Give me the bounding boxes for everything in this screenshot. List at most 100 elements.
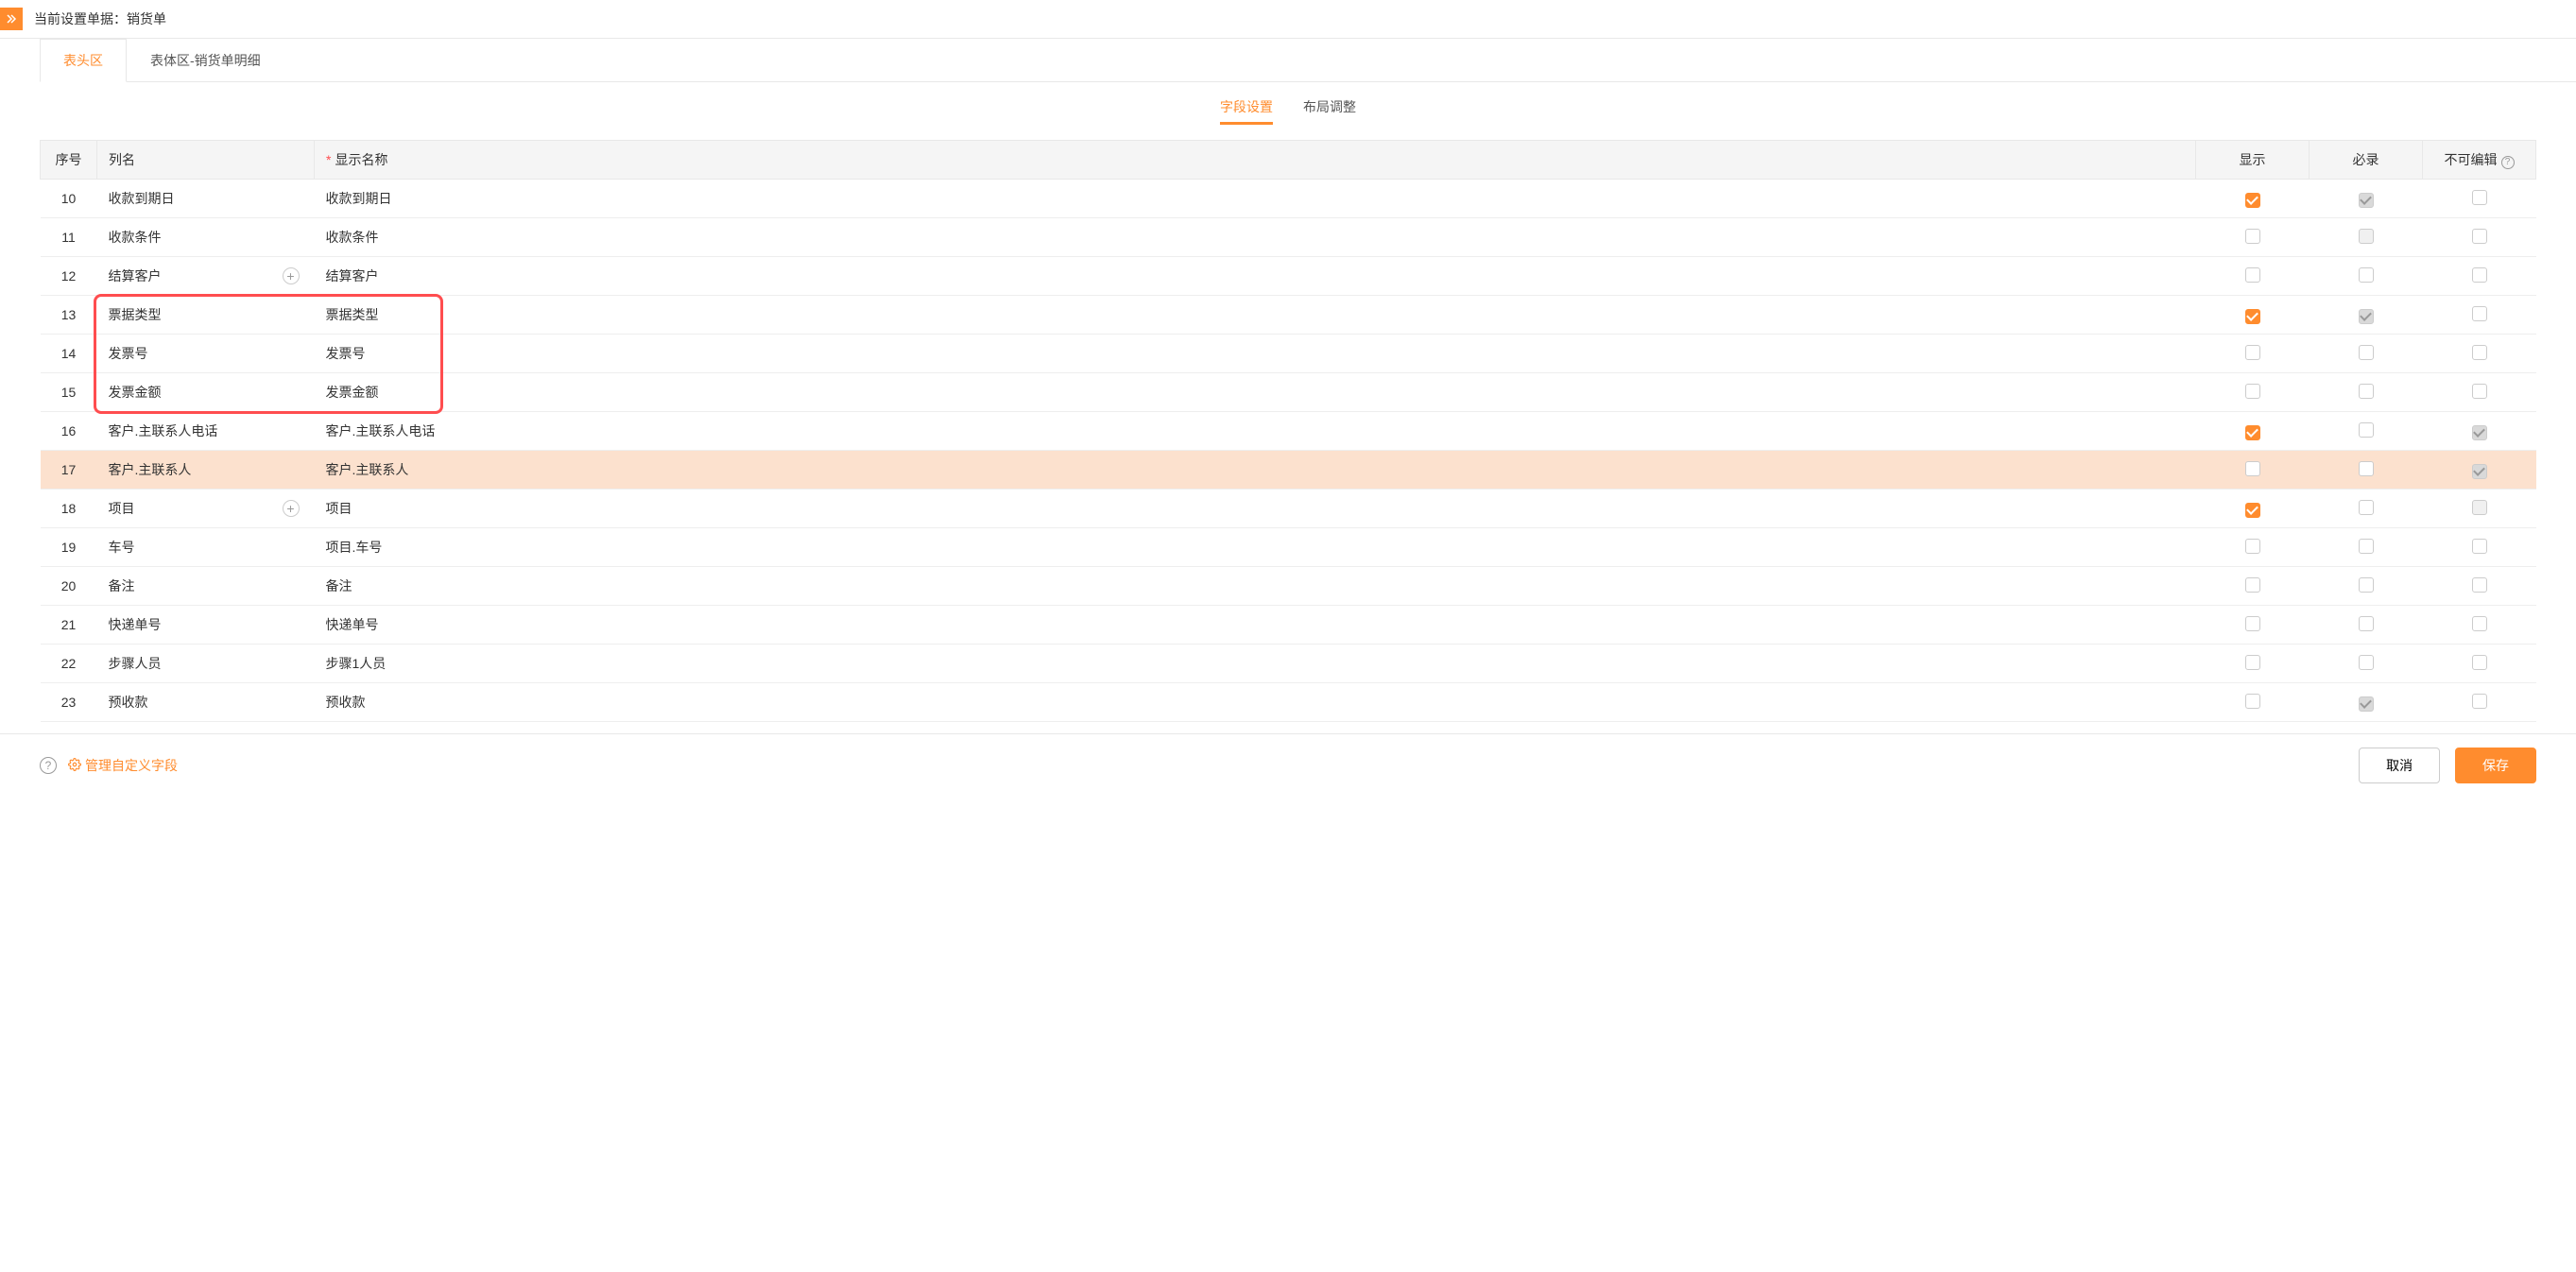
row-display-name[interactable]: 收款到期日	[315, 180, 2196, 218]
row-show-cell	[2196, 567, 2310, 606]
show-checkbox[interactable]	[2245, 425, 2260, 440]
row-display-name[interactable]: 结算客户	[315, 257, 2196, 296]
row-display-name[interactable]: 发票号	[315, 335, 2196, 373]
required-checkbox[interactable]	[2359, 539, 2374, 554]
plus-icon[interactable]: +	[283, 267, 300, 284]
table-row: 22步骤人员步骤1人员	[41, 645, 2536, 683]
readonly-checkbox[interactable]	[2472, 229, 2487, 244]
row-name: 结算客户+	[97, 257, 315, 296]
row-display-name[interactable]: 客户.主联系人	[315, 451, 2196, 490]
show-checkbox[interactable]	[2245, 503, 2260, 518]
readonly-checkbox[interactable]	[2472, 384, 2487, 399]
row-display-name[interactable]: 项目	[315, 490, 2196, 528]
show-checkbox[interactable]	[2245, 539, 2260, 554]
row-name: 客户.主联系人电话	[97, 412, 315, 451]
show-checkbox[interactable]	[2245, 309, 2260, 324]
required-checkbox[interactable]	[2359, 500, 2374, 515]
readonly-checkbox[interactable]	[2472, 345, 2487, 360]
row-seq: 11	[41, 218, 97, 257]
row-readonly-cell	[2423, 412, 2536, 451]
show-checkbox[interactable]	[2245, 694, 2260, 709]
row-seq: 12	[41, 257, 97, 296]
required-checkbox[interactable]	[2359, 577, 2374, 593]
row-display-name[interactable]: 发票金额	[315, 373, 2196, 412]
row-seq: 14	[41, 335, 97, 373]
row-seq: 16	[41, 412, 97, 451]
cancel-button[interactable]: 取消	[2359, 748, 2440, 783]
row-seq: 21	[41, 606, 97, 645]
row-name: 步骤人员	[97, 645, 315, 683]
readonly-checkbox[interactable]	[2472, 190, 2487, 205]
row-required-cell	[2310, 528, 2423, 567]
top-tab-0[interactable]: 表头区	[40, 39, 127, 82]
row-required-cell	[2310, 218, 2423, 257]
row-display-name[interactable]: 备注	[315, 567, 2196, 606]
col-display-name: *显示名称	[315, 141, 2196, 180]
readonly-checkbox[interactable]	[2472, 306, 2487, 321]
table-row: 14发票号发票号	[41, 335, 2536, 373]
show-checkbox[interactable]	[2245, 229, 2260, 244]
show-checkbox[interactable]	[2245, 345, 2260, 360]
row-display-name[interactable]: 客户.主联系人电话	[315, 412, 2196, 451]
required-checkbox	[2359, 193, 2374, 208]
required-checkbox[interactable]	[2359, 616, 2374, 631]
readonly-checkbox[interactable]	[2472, 616, 2487, 631]
show-checkbox[interactable]	[2245, 267, 2260, 283]
row-show-cell	[2196, 373, 2310, 412]
required-checkbox	[2359, 309, 2374, 324]
show-checkbox[interactable]	[2245, 616, 2260, 631]
sub-tabs: 字段设置 布局调整	[0, 82, 2576, 140]
row-readonly-cell	[2423, 606, 2536, 645]
show-checkbox[interactable]	[2245, 384, 2260, 399]
row-required-cell	[2310, 180, 2423, 218]
manage-custom-fields-link[interactable]: 管理自定义字段	[68, 756, 178, 775]
show-checkbox[interactable]	[2245, 655, 2260, 670]
required-checkbox	[2359, 229, 2374, 244]
row-show-cell	[2196, 528, 2310, 567]
required-checkbox[interactable]	[2359, 345, 2374, 360]
required-checkbox[interactable]	[2359, 422, 2374, 438]
readonly-checkbox[interactable]	[2472, 694, 2487, 709]
row-display-name[interactable]: 预收款	[315, 683, 2196, 722]
save-button[interactable]: 保存	[2455, 748, 2536, 783]
row-show-cell	[2196, 451, 2310, 490]
expand-icon[interactable]	[0, 8, 23, 30]
readonly-checkbox[interactable]	[2472, 577, 2487, 593]
readonly-checkbox[interactable]	[2472, 267, 2487, 283]
top-tab-1[interactable]: 表体区-销货单明细	[127, 39, 284, 82]
row-display-name[interactable]: 快递单号	[315, 606, 2196, 645]
row-display-name[interactable]: 票据类型	[315, 296, 2196, 335]
row-display-name[interactable]: 步骤1人员	[315, 645, 2196, 683]
show-checkbox[interactable]	[2245, 193, 2260, 208]
required-checkbox[interactable]	[2359, 655, 2374, 670]
table-body: 10收款到期日收款到期日11收款条件收款条件12结算客户+结算客户13票据类型票…	[41, 180, 2536, 722]
row-display-name[interactable]: 收款条件	[315, 218, 2196, 257]
plus-icon[interactable]: +	[283, 500, 300, 517]
row-required-cell	[2310, 606, 2423, 645]
row-readonly-cell	[2423, 528, 2536, 567]
help-icon[interactable]: ?	[40, 757, 57, 774]
row-required-cell	[2310, 683, 2423, 722]
row-display-name[interactable]: 项目.车号	[315, 528, 2196, 567]
table-row: 10收款到期日收款到期日	[41, 180, 2536, 218]
row-required-cell	[2310, 335, 2423, 373]
show-checkbox[interactable]	[2245, 461, 2260, 476]
row-show-cell	[2196, 490, 2310, 528]
row-required-cell	[2310, 567, 2423, 606]
show-checkbox[interactable]	[2245, 577, 2260, 593]
required-checkbox[interactable]	[2359, 267, 2374, 283]
table-row: 17客户.主联系人客户.主联系人	[41, 451, 2536, 490]
sub-tab-0[interactable]: 字段设置	[1220, 97, 1273, 125]
required-checkbox[interactable]	[2359, 384, 2374, 399]
table-row: 18项目+项目	[41, 490, 2536, 528]
readonly-checkbox[interactable]	[2472, 539, 2487, 554]
row-name: 备注	[97, 567, 315, 606]
required-star-icon: *	[326, 152, 331, 167]
row-seq: 23	[41, 683, 97, 722]
row-show-cell	[2196, 335, 2310, 373]
sub-tab-1[interactable]: 布局调整	[1303, 97, 1356, 125]
info-icon[interactable]: ?	[2501, 156, 2515, 169]
readonly-checkbox[interactable]	[2472, 655, 2487, 670]
top-tabs: 表头区表体区-销货单明细	[40, 39, 2576, 82]
required-checkbox[interactable]	[2359, 461, 2374, 476]
